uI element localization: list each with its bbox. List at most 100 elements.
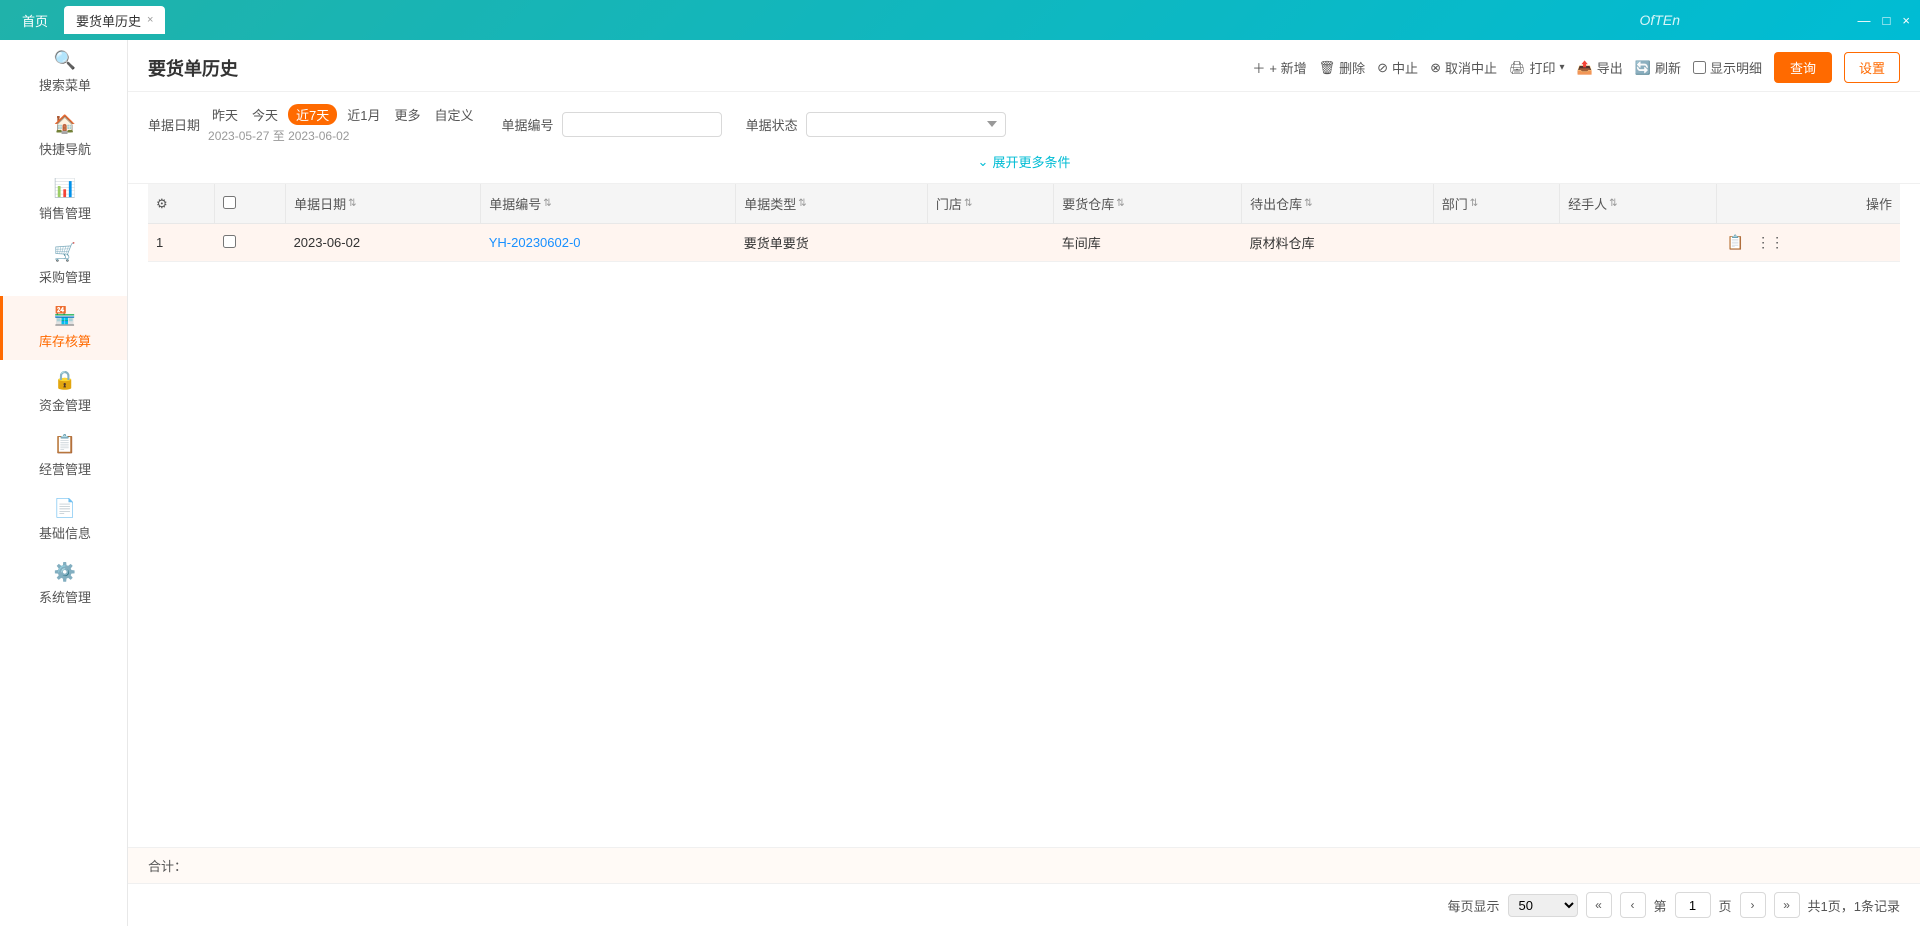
sales-mgmt-icon: 📊 (54, 178, 76, 199)
status-select[interactable] (806, 112, 1006, 137)
content-area: 要货单历史 ＋ + 新增 🗑 删除 ⊘ 中止 ⊗ 取消中止 (128, 40, 1920, 926)
th-doc-no[interactable]: 单据编号 ⇅ (481, 184, 736, 224)
last-page-btn[interactable]: » (1774, 892, 1800, 918)
sort-handler[interactable]: 经手人 ⇅ (1568, 194, 1617, 213)
sidebar-item-quick-nav-label: 快捷导航 (39, 139, 91, 158)
window-maximize-btn[interactable]: □ (1883, 13, 1891, 28)
sidebar-item-finance-mgmt[interactable]: 🔒 资金管理 (0, 360, 127, 424)
doc-no-link[interactable]: YH-20230602-0 (489, 235, 581, 250)
sidebar-item-basic-info[interactable]: 📄 基础信息 (0, 488, 127, 552)
per-page-select[interactable]: 20 50 100 (1508, 894, 1578, 917)
search-menu-icon: 🔍 (54, 50, 76, 71)
sidebar-item-purchase-mgmt[interactable]: 🛒 采购管理 (0, 232, 127, 296)
tab-close-icon[interactable]: × (147, 14, 153, 26)
shortcut-7days[interactable]: 近7天 (288, 104, 337, 125)
th-date[interactable]: 单据日期 ⇅ (286, 184, 481, 224)
expand-more-btn[interactable]: ⌄ 展开更多条件 (148, 152, 1900, 171)
suspend-label: 中止 (1392, 58, 1418, 77)
prev-page-btn[interactable]: ‹ (1620, 892, 1646, 918)
first-page-btn[interactable]: « (1586, 892, 1612, 918)
doc-no-input[interactable] (562, 112, 722, 137)
show-detail-checkbox[interactable]: 显示明细 (1693, 58, 1762, 77)
page-number-input[interactable] (1675, 892, 1711, 918)
th-req-warehouse[interactable]: 要货仓库 ⇅ (1054, 184, 1242, 224)
th-handler[interactable]: 经手人 ⇅ (1560, 184, 1717, 224)
main-layout: 🔍 搜索菜单 🏠 快捷导航 📊 销售管理 🛒 采购管理 🏪 库存核算 🔒 资金管… (0, 40, 1920, 926)
sidebar-item-operations-mgmt[interactable]: 📋 经营管理 (0, 424, 127, 488)
shortcut-1month[interactable]: 近1月 (343, 104, 384, 125)
settings-button[interactable]: 设置 (1844, 52, 1900, 83)
data-table: ⚙ 单据日期 ⇅ 单据编号 ⇅ (148, 184, 1900, 262)
cell-doc-no[interactable]: YH-20230602-0 (481, 224, 736, 262)
new-button[interactable]: ＋ + 新增 (1252, 58, 1306, 77)
page-jump-label: 第 (1654, 896, 1667, 915)
sidebar-item-system-mgmt[interactable]: ⚙️ 系统管理 (0, 552, 127, 616)
purchase-mgmt-icon: 🛒 (54, 242, 76, 263)
shortcut-yesterday[interactable]: 昨天 (208, 104, 242, 125)
cancel-suspend-label: 取消中止 (1445, 58, 1497, 77)
sort-pending-warehouse[interactable]: 待出仓库 ⇅ (1250, 194, 1312, 213)
more-action-btn[interactable]: ⋮⋮ (1754, 232, 1786, 253)
sidebar-item-quick-nav[interactable]: 🏠 快捷导航 (0, 104, 127, 168)
sort-dept[interactable]: 部门 ⇅ (1442, 194, 1478, 213)
th-settings[interactable]: ⚙ (148, 184, 215, 224)
sidebar-item-purchase-mgmt-label: 采购管理 (39, 267, 91, 286)
sort-doc-type[interactable]: 单据类型 ⇅ (744, 194, 806, 213)
expand-label: 展开更多条件 (992, 152, 1070, 171)
action-cell: 📋 ⋮⋮ (1725, 232, 1892, 253)
cell-index: 1 (148, 224, 215, 262)
sidebar-item-inventory[interactable]: 🏪 库存核算 (0, 296, 127, 360)
window-close-btn[interactable]: × (1902, 13, 1910, 28)
export-icon: 📤 (1577, 60, 1593, 76)
window-controls: OfTEn — □ × (1858, 13, 1910, 28)
show-detail-input[interactable] (1693, 61, 1706, 74)
sidebar-item-finance-mgmt-label: 资金管理 (39, 395, 91, 414)
sidebar-item-sales-mgmt[interactable]: 📊 销售管理 (0, 168, 127, 232)
page-header: 要货单历史 ＋ + 新增 🗑 删除 ⊘ 中止 ⊗ 取消中止 (128, 40, 1920, 92)
th-dept[interactable]: 部门 ⇅ (1433, 184, 1559, 224)
sidebar: 🔍 搜索菜单 🏠 快捷导航 📊 销售管理 🛒 采购管理 🏪 库存核算 🔒 资金管… (0, 40, 128, 926)
cell-checkbox[interactable] (215, 224, 286, 262)
export-button[interactable]: 📤 导出 (1577, 58, 1623, 77)
table-row[interactable]: 1 2023-06-02 YH-20230602-0 要货单要货 车间库 原材料… (148, 224, 1900, 262)
print-button[interactable]: 🖨 打印 ▾ (1509, 58, 1565, 77)
shortcut-custom[interactable]: 自定义 (431, 104, 478, 125)
sort-store[interactable]: 门店 ⇅ (936, 194, 972, 213)
doc-no-filter-group: 单据编号 (502, 112, 722, 137)
sort-req-warehouse[interactable]: 要货仓库 ⇅ (1062, 194, 1124, 213)
tab-requisition-history[interactable]: 要货单历史 × (64, 6, 165, 34)
row-checkbox[interactable] (223, 235, 236, 248)
th-doc-type[interactable]: 单据类型 ⇅ (736, 184, 928, 224)
brand-text: OfTEn (1640, 12, 1680, 28)
th-checkbox[interactable] (215, 184, 286, 224)
operations-mgmt-icon: 📋 (54, 434, 76, 455)
th-store[interactable]: 门店 ⇅ (927, 184, 1053, 224)
cancel-suspend-button[interactable]: ⊗ 取消中止 (1430, 58, 1497, 77)
sidebar-item-search-menu-label: 搜索菜单 (39, 75, 91, 94)
th-pending-warehouse[interactable]: 待出仓库 ⇅ (1242, 184, 1434, 224)
next-page-btn[interactable]: › (1740, 892, 1766, 918)
delete-button[interactable]: 🗑 删除 (1319, 58, 1366, 77)
window-minimize-btn[interactable]: — (1858, 13, 1871, 28)
expand-icon: ⌄ (978, 154, 989, 170)
sort-req-warehouse-icon: ⇅ (1116, 198, 1124, 209)
query-button[interactable]: 查询 (1774, 52, 1832, 83)
view-action-btn[interactable]: 📋 (1725, 232, 1746, 253)
sort-doc-no[interactable]: 单据编号 ⇅ (489, 194, 551, 213)
refresh-button[interactable]: 🔄 刷新 (1635, 58, 1681, 77)
table-header: ⚙ 单据日期 ⇅ 单据编号 ⇅ (148, 184, 1900, 224)
sidebar-item-search-menu[interactable]: 🔍 搜索菜单 (0, 40, 127, 104)
sort-date[interactable]: 单据日期 ⇅ (294, 194, 356, 213)
shortcut-today[interactable]: 今天 (248, 104, 282, 125)
tab-home[interactable]: 首页 (10, 6, 60, 34)
suspend-button[interactable]: ⊘ 中止 (1377, 58, 1418, 77)
sidebar-item-basic-info-label: 基础信息 (39, 523, 91, 542)
basic-info-icon: 📄 (54, 498, 76, 519)
sort-date-icon: ⇅ (348, 198, 356, 209)
cell-req-warehouse: 车间库 (1054, 224, 1242, 262)
new-icon: ＋ (1252, 58, 1265, 77)
cell-store (927, 224, 1053, 262)
sort-doc-no-icon: ⇅ (543, 198, 551, 209)
shortcut-more[interactable]: 更多 (391, 104, 425, 125)
select-all-checkbox[interactable] (223, 196, 236, 209)
